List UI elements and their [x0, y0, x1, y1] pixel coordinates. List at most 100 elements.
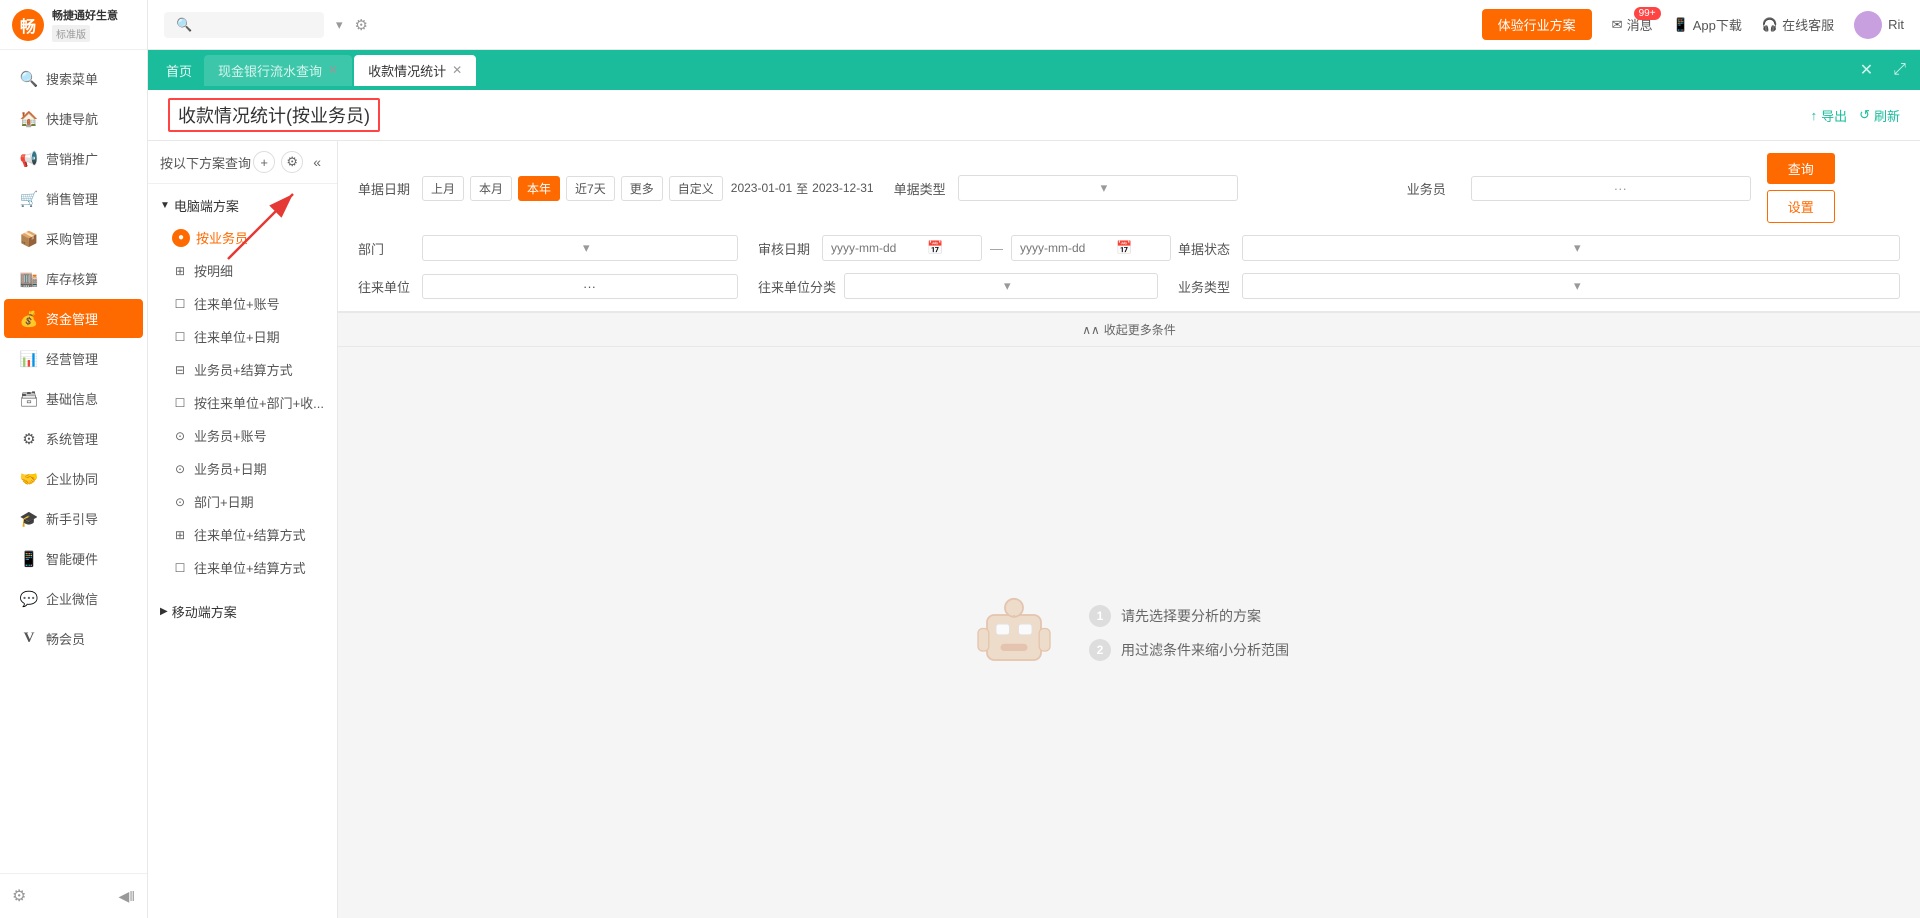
tab-cashflow-close[interactable]: ✕: [328, 63, 338, 77]
doc-status-filter-item: 单据状态 ▾: [1178, 235, 1900, 261]
operations-icon: 📊: [20, 350, 38, 368]
tab-cashflow-label: 现金银行流水查询: [218, 61, 322, 80]
search-menu-icon: 🔍: [20, 70, 38, 88]
review-date-to-field[interactable]: [1020, 241, 1110, 255]
unit-dept-icon: ☐: [172, 395, 188, 411]
date-btn-lastmonth[interactable]: 上月: [422, 176, 464, 201]
tab-collection-close[interactable]: ✕: [452, 63, 462, 77]
content-area: 按以下方案查询 + ⚙ «: [148, 141, 1920, 918]
sidebar-item-marketing[interactable]: 📢 营销推广: [4, 139, 143, 178]
sidebar-item-system[interactable]: ⚙ 系统管理: [4, 419, 143, 458]
settings-btn[interactable]: 设置: [1767, 190, 1835, 223]
messages-btn[interactable]: ✉ 消息 99+: [1612, 15, 1653, 34]
sidebar-label-nav: 快捷导航: [46, 109, 98, 128]
review-date-from-field[interactable]: [831, 241, 921, 255]
tab-cashflow[interactable]: 现金银行流水查询 ✕: [204, 55, 352, 86]
sidebar-label-sales: 销售管理: [46, 189, 98, 208]
user-avatar[interactable]: Rit: [1854, 11, 1904, 39]
export-icon: ↑: [1811, 108, 1818, 123]
scheme-item-salesman[interactable]: ● 按业务员: [148, 221, 337, 254]
scheme-item-dept-date[interactable]: ⊙ 部门+日期: [148, 485, 337, 518]
review-date-label: 审核日期: [758, 239, 814, 258]
collapse-icon: ∧∧: [1082, 323, 1100, 337]
add-scheme-btn[interactable]: +: [253, 151, 275, 173]
topbar-dropdown-icon[interactable]: ▾: [336, 17, 343, 33]
counterpart-more-btn[interactable]: ···: [583, 279, 729, 294]
collapse-sidebar-icon[interactable]: ◀‖: [118, 888, 135, 905]
search-box[interactable]: 🔍: [164, 12, 324, 38]
scheme-item-detail[interactable]: ⊞ 按明细: [148, 254, 337, 287]
sidebar-item-operations[interactable]: 📊 经营管理: [4, 339, 143, 378]
topbar-settings-icon[interactable]: ⚙: [355, 16, 368, 34]
doc-status-select[interactable]: ▾: [1242, 235, 1900, 261]
sidebar-label-purchase: 采购管理: [46, 229, 98, 248]
doc-type-filter-item: 单据类型 ▾: [894, 175, 1387, 201]
scheme-item-unit-settle2[interactable]: ☐ 往来单位+结算方式: [148, 551, 337, 584]
app-download-label: App下载: [1693, 15, 1742, 34]
desktop-group-title[interactable]: ▼ 电脑端方案: [148, 190, 337, 221]
query-btn[interactable]: 查询: [1767, 153, 1835, 184]
doc-type-select[interactable]: ▾: [958, 175, 1238, 201]
collapse-panel-btn[interactable]: «: [309, 152, 325, 172]
sidebar-item-nav[interactable]: 🏠 快捷导航: [4, 99, 143, 138]
date-btn-more[interactable]: 更多: [621, 176, 663, 201]
sidebar-item-search[interactable]: 🔍 搜索菜单: [4, 59, 143, 98]
online-service-btn[interactable]: 🎧 在线客服: [1762, 15, 1834, 34]
scheme-item-unit-settle1[interactable]: ⊞ 往来单位+结算方式: [148, 518, 337, 551]
scheme-item-unit-dept[interactable]: ☐ 按往来单位+部门+收...: [148, 386, 337, 419]
date-btn-custom[interactable]: 自定义: [669, 176, 723, 201]
app-download-btn[interactable]: 📱 App下载: [1673, 15, 1742, 34]
settings-bottom-icon[interactable]: ⚙: [12, 886, 26, 906]
salesman-settle-icon: ⊟: [172, 362, 188, 378]
review-date-to-input[interactable]: 📅: [1011, 235, 1171, 261]
collapse-bar[interactable]: ∧∧ 收起更多条件: [338, 312, 1920, 347]
unit-settle1-icon: ⊞: [172, 527, 188, 543]
mobile-group-label: 移动端方案: [172, 602, 237, 621]
refresh-btn[interactable]: ↺ 刷新: [1859, 106, 1900, 125]
date-btn-thisyear[interactable]: 本年: [518, 176, 560, 201]
tab-collection[interactable]: 收款情况统计 ✕: [354, 55, 476, 86]
hardware-icon: 📱: [20, 550, 38, 568]
scheme-item-unit-date[interactable]: ☐ 往来单位+日期: [148, 320, 337, 353]
counterpart-select[interactable]: ···: [422, 274, 738, 299]
sidebar-item-hardware[interactable]: 📱 智能硬件: [4, 539, 143, 578]
biz-type-select[interactable]: ▾: [1242, 273, 1900, 299]
sidebar-item-finance[interactable]: 💰 资金管理: [4, 299, 143, 338]
sidebar-item-purchase[interactable]: 📦 采购管理: [4, 219, 143, 258]
sidebar-item-sales[interactable]: 🛒 销售管理: [4, 179, 143, 218]
sidebar-item-collab[interactable]: 🤝 企业协同: [4, 459, 143, 498]
scheme-item-salesman-date[interactable]: ⊙ 业务员+日期: [148, 452, 337, 485]
page-header: 收款情况统计(按业务员) ↑ 导出 ↺ 刷新: [148, 90, 1920, 141]
dept-label: 部门: [358, 239, 414, 258]
tabbar-expand-btn[interactable]: ⤢: [1887, 59, 1912, 81]
data-area: 1 请先选择要分析的方案 2 用过滤条件来缩小分析范围: [338, 347, 1920, 918]
left-panel: 按以下方案查询 + ⚙ «: [148, 141, 338, 918]
date-range-sep: 至: [796, 180, 808, 197]
date-btn-thismonth[interactable]: 本月: [470, 176, 512, 201]
date-btn-7days[interactable]: 近7天: [566, 176, 615, 201]
sidebar-item-basic[interactable]: 🗃 基础信息: [4, 379, 143, 418]
export-btn[interactable]: ↑ 导出: [1811, 106, 1848, 125]
sidebar-item-member[interactable]: V 畅会员: [4, 619, 143, 658]
main-area: 🔍 ▾ ⚙ 体验行业方案 ✉ 消息 99+ 📱 App下载 🎧 在线客服: [148, 0, 1920, 918]
scheme-item-salesman-settle[interactable]: ⊟ 业务员+结算方式: [148, 353, 337, 386]
sidebar-item-guide[interactable]: 🎓 新手引导: [4, 499, 143, 538]
trial-button[interactable]: 体验行业方案: [1482, 9, 1592, 40]
right-panel: 单据日期 上月 本月 本年 近7天 更多 自定义 2023-01-01: [338, 141, 1920, 918]
scheme-item-salesman-account[interactable]: ⊙ 业务员+账号: [148, 419, 337, 452]
sidebar-item-inventory[interactable]: 🏬 库存核算: [4, 259, 143, 298]
tabbar-close-btn[interactable]: ✕: [1854, 58, 1879, 82]
logo-text: 畅捷通好生意 标准版: [52, 7, 118, 42]
tab-home[interactable]: 首页: [156, 55, 202, 86]
topbar: 🔍 ▾ ⚙ 体验行业方案 ✉ 消息 99+ 📱 App下载 🎧 在线客服: [148, 0, 1920, 50]
scheme-settings-btn[interactable]: ⚙: [281, 151, 303, 173]
dept-select[interactable]: ▾: [422, 235, 738, 261]
scheme-label-unit-settle2: 往来单位+结算方式: [194, 558, 306, 577]
sidebar-item-wechat[interactable]: 💬 企业微信: [4, 579, 143, 618]
mobile-group-title[interactable]: ▶ 移动端方案: [148, 596, 337, 627]
review-date-from-input[interactable]: 📅: [822, 235, 982, 261]
scheme-item-unit-account[interactable]: ☐ 往来单位+账号: [148, 287, 337, 320]
salesman-account-icon: ⊙: [172, 428, 188, 444]
salesman-select[interactable]: ···: [1471, 176, 1751, 201]
counterpart-category-select[interactable]: ▾: [844, 273, 1158, 299]
